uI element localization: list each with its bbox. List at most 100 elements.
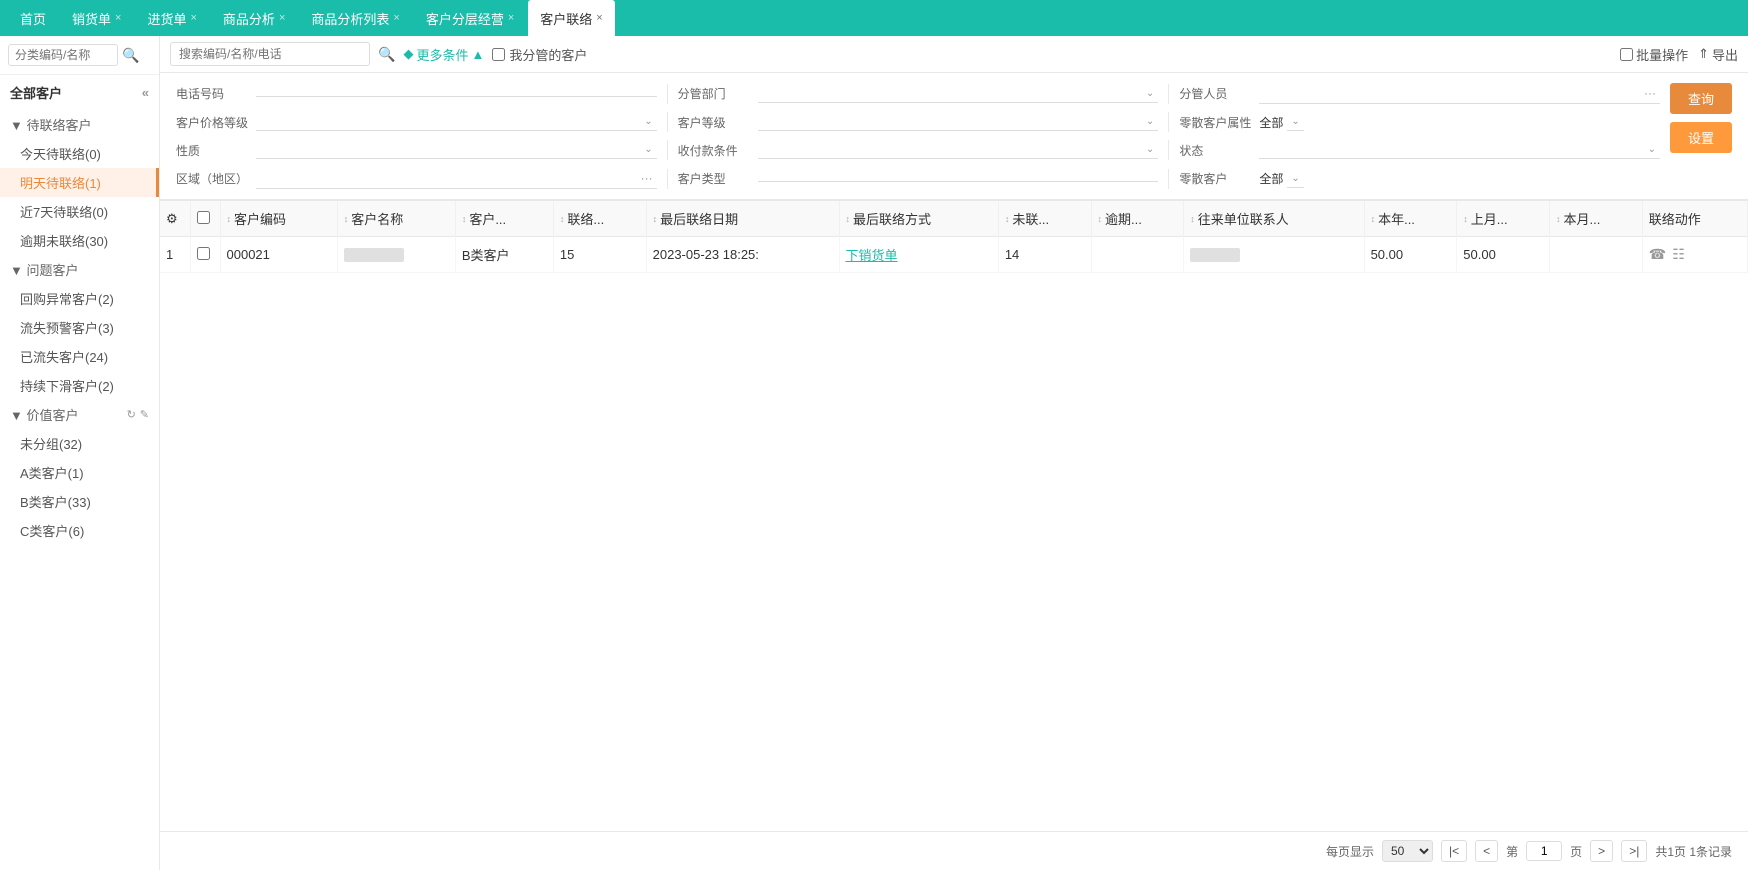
close-tab-icon[interactable]: × — [279, 12, 285, 24]
col-last-contact-date[interactable]: ↕ 最后联络日期 — [646, 201, 839, 237]
nav-item-customer-tier[interactable]: 客户分层经营× — [414, 0, 526, 36]
sidebar-item-7days[interactable]: 近7天待联络(0) — [0, 197, 159, 226]
sort-icon: ↕ — [227, 214, 232, 224]
status-label: 状态 — [1179, 142, 1259, 159]
col-this-year-label: 本年... — [1378, 209, 1415, 228]
last-page-button[interactable]: >| — [1621, 840, 1647, 862]
nav-item-sales[interactable]: 销货单× — [60, 0, 133, 36]
gear-icon[interactable]: ⚙ — [166, 211, 178, 226]
first-page-button[interactable]: |< — [1441, 840, 1467, 862]
row-checkbox[interactable] — [197, 247, 210, 260]
sidebar-item-today[interactable]: 今天待联络(0) — [0, 139, 159, 168]
next-page-button[interactable]: > — [1590, 840, 1613, 862]
col-name[interactable]: ↕ 客户名称 — [337, 201, 455, 237]
col-contact-count[interactable]: ↕ 联络... — [553, 201, 646, 237]
my-customers-checkbox[interactable] — [492, 48, 505, 61]
close-tab-icon[interactable]: × — [393, 12, 399, 24]
manager-dots[interactable]: ··· — [1259, 83, 1660, 104]
department-select[interactable]: ⌄ — [758, 85, 1159, 103]
retail-customer-value: 全部 — [1259, 170, 1283, 187]
grid-action-icon[interactable]: ☷ — [1672, 246, 1685, 263]
nav-item-analysis[interactable]: 商品分析× — [211, 0, 297, 36]
col-customer-type[interactable]: ↕ 客户... — [455, 201, 553, 237]
status-select[interactable]: ⌄ — [1259, 141, 1660, 159]
sidebar-section-pending[interactable]: ▼ 待联络客户 — [0, 110, 159, 139]
sidebar-item-repurchase-abnormal[interactable]: 回购异常客户(2) — [0, 284, 159, 313]
sidebar-item-tomorrow[interactable]: 明天待联络(1) — [0, 168, 159, 197]
col-this-year[interactable]: ↕ 本年... — [1364, 201, 1457, 237]
export-button[interactable]: ⇑ 导出 — [1698, 45, 1738, 64]
filter-department: 分管部门 ⌄ — [678, 85, 1159, 103]
col-checkbox[interactable] — [190, 201, 220, 237]
more-conditions-button[interactable]: ◆ 更多条件 ▲ — [403, 45, 484, 64]
col-last-contact-method[interactable]: ↕ 最后联络方式 — [839, 201, 998, 237]
prev-page-button[interactable]: < — [1475, 840, 1498, 862]
retail-customer-select[interactable]: ⌄ — [1287, 170, 1303, 188]
sidebar-item-class-b[interactable]: B类客户(33) — [0, 487, 159, 516]
payment-label: 收付款条件 — [678, 142, 758, 159]
edit-icon[interactable]: ✎ — [140, 408, 149, 421]
close-tab-icon[interactable]: × — [596, 12, 602, 24]
refresh-icon[interactable]: ↻ — [127, 408, 136, 421]
price-level-select[interactable]: ⌄ — [256, 113, 657, 131]
sidebar-item-ungrouped[interactable]: 未分组(32) — [0, 429, 159, 458]
batch-checkbox[interactable] — [1620, 48, 1633, 61]
filter-row-3: 性质 ⌄ 收付款条件 ⌄ 状态 ⌄ — [176, 140, 1660, 160]
sidebar-item-class-a[interactable]: A类客户(1) — [0, 458, 159, 487]
retail-attribute-select[interactable]: ⌄ — [1287, 113, 1303, 131]
nature-select[interactable]: ⌄ — [256, 141, 657, 159]
sidebar-item-overdue[interactable]: 逾期未联络(30) — [0, 226, 159, 255]
batch-action-label: 批量操作 — [1636, 45, 1688, 64]
sidebar-item-class-c[interactable]: C类客户(6) — [0, 516, 159, 545]
cell-checkbox[interactable] — [190, 237, 220, 273]
sort-icon: ↕ — [344, 214, 349, 224]
batch-action-button[interactable]: 批量操作 — [1620, 45, 1688, 64]
col-overdue[interactable]: ↕ 逾期... — [1091, 201, 1184, 237]
retail-attribute-value: 全部 — [1259, 114, 1283, 131]
cell-last-contact-method[interactable]: 下销货单 — [839, 237, 998, 273]
col-code[interactable]: ↕ 客户编码 — [220, 201, 337, 237]
nav-item-customer-contact[interactable]: 客户联络× — [528, 0, 614, 36]
cell-last-contact-date: 2023-05-23 18:25: — [646, 237, 839, 273]
phone-input[interactable] — [256, 90, 657, 97]
contact-method-link[interactable]: 下销货单 — [846, 248, 898, 263]
filter-search-button[interactable]: 🔍 — [378, 46, 395, 63]
sidebar-item-lost-risk[interactable]: 流失预警客户(3) — [0, 313, 159, 342]
col-last-month[interactable]: ↕ 上月... — [1457, 201, 1550, 237]
customer-level-select[interactable]: ⌄ — [758, 113, 1159, 131]
col-last-contact-method-label: 最后联络方式 — [853, 209, 931, 228]
close-tab-icon[interactable]: × — [190, 12, 196, 24]
sidebar-all-customers[interactable]: 全部客户 « — [0, 75, 159, 110]
col-unit-contact[interactable]: ↕ 往来单位联系人 — [1184, 201, 1364, 237]
col-gear[interactable]: ⚙ — [160, 201, 190, 237]
select-all-checkbox[interactable] — [197, 211, 210, 224]
nav-item-analysis-list[interactable]: 商品分析列表× — [299, 0, 411, 36]
col-name-label: 客户名称 — [351, 209, 403, 228]
sidebar-search-area: 🔍 — [0, 36, 159, 75]
sidebar-section-value[interactable]: ▼ 价值客户↻✎ — [0, 400, 159, 429]
close-tab-icon[interactable]: × — [508, 12, 514, 24]
filter-search-input[interactable] — [170, 42, 370, 66]
per-page-select[interactable]: 50 100 — [1382, 840, 1433, 862]
nav-item-home[interactable]: 首页 — [8, 0, 58, 36]
sidebar-section-problem[interactable]: ▼ 问题客户 — [0, 255, 159, 284]
sidebar-search-icon[interactable]: 🔍 — [122, 47, 139, 64]
sidebar-item-continuous-decline[interactable]: 持续下滑客户(2) — [0, 371, 159, 400]
sidebar-collapse-icon[interactable]: « — [142, 85, 149, 100]
col-this-month[interactable]: ↕ 本月... — [1550, 201, 1643, 237]
query-button[interactable]: 查询 — [1670, 83, 1732, 114]
close-tab-icon[interactable]: × — [115, 12, 121, 24]
nav-item-purchase[interactable]: 进货单× — [135, 0, 208, 36]
col-no-contact[interactable]: ↕ 未联... — [998, 201, 1091, 237]
my-customers-filter[interactable]: 我分管的客户 — [492, 45, 587, 64]
phone-action-icon[interactable]: ☎ — [1649, 246, 1666, 263]
cell-action: ☎ ☷ — [1642, 237, 1747, 273]
customer-type-input[interactable] — [758, 175, 1159, 182]
page-number-input[interactable] — [1526, 841, 1562, 861]
set-button[interactable]: 设置 — [1670, 122, 1732, 153]
sidebar-item-lost[interactable]: 已流失客户(24) — [0, 342, 159, 371]
region-dots[interactable]: ··· — [256, 168, 657, 189]
sidebar-search-input[interactable] — [8, 44, 118, 66]
payment-select[interactable]: ⌄ — [758, 141, 1159, 159]
filter-phone: 电话号码 — [176, 85, 657, 102]
